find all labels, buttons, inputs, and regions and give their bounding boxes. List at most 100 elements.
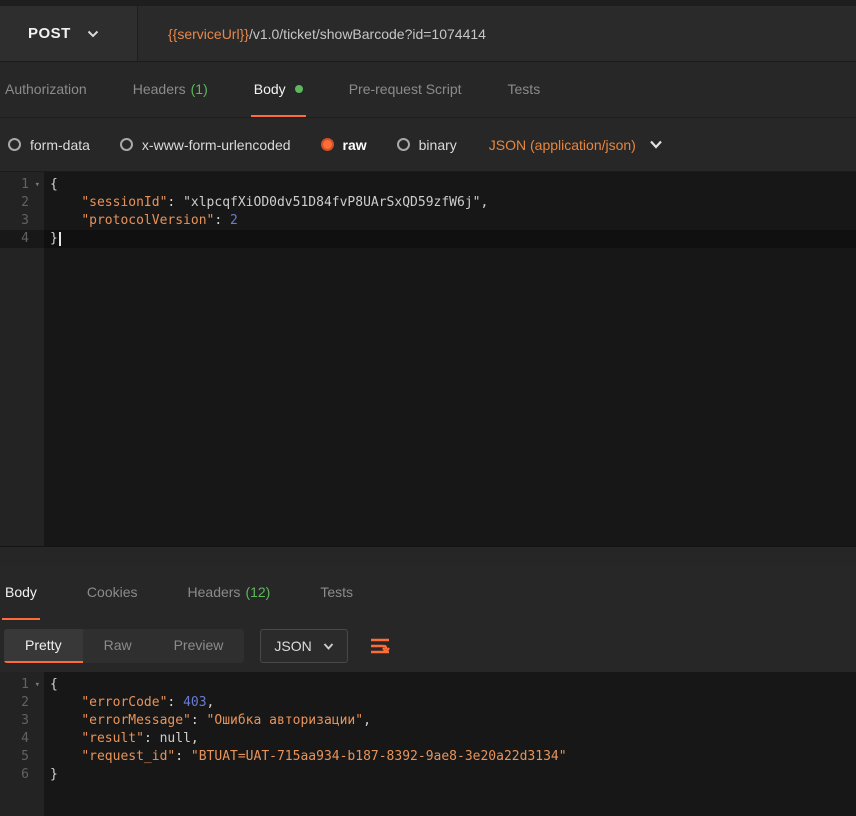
wrap-text-icon — [370, 638, 390, 654]
tab-authorization[interactable]: Authorization — [2, 62, 90, 117]
body-mode-row: form-data x-www-form-urlencoded raw bina… — [0, 118, 856, 172]
chevron-down-icon — [323, 642, 333, 650]
line-number: 3 — [21, 713, 29, 728]
format-label: JSON — [274, 638, 312, 654]
tab-label: Body — [253, 80, 286, 97]
tab-label: Headers — [187, 584, 241, 600]
code-text: } — [44, 230, 61, 248]
mode-binary[interactable]: binary — [396, 136, 457, 153]
tab-label: Authorization — [5, 80, 87, 97]
line-number: 3 — [21, 213, 29, 228]
button-label: Pretty — [25, 637, 62, 653]
line-gutter: 1 ▾ — [0, 176, 44, 194]
radio-binary[interactable] — [396, 138, 410, 151]
code-text: "sessionId": "xlpcqfXiOD0dv51D84fvP8UArS… — [81, 195, 489, 210]
tab-headers[interactable]: Headers (1) — [130, 62, 211, 117]
tab-response-tests[interactable]: Tests — [317, 566, 356, 620]
radio-urlencoded[interactable] — [119, 138, 133, 151]
url-input[interactable]: {{serviceUrl}}/v1.0/ticket/showBarcode?i… — [138, 6, 856, 61]
line-number: 2 — [21, 195, 29, 210]
editor-line[interactable]: 1 ▾ { — [0, 676, 856, 694]
mode-label: raw — [342, 136, 367, 153]
tab-tests[interactable]: Tests — [505, 62, 544, 117]
editor-line[interactable]: 3 "protocolVersion": 2 — [0, 212, 856, 230]
button-label: Raw — [103, 637, 132, 653]
content-type-label: JSON (application/json) — [488, 136, 636, 153]
section-divider — [0, 546, 856, 566]
tab-label: Headers — [132, 80, 186, 97]
tab-label: Tests — [320, 584, 354, 600]
mode-urlencoded[interactable]: x-www-form-urlencoded — [119, 137, 291, 153]
response-format-select[interactable]: JSON — [260, 629, 348, 663]
editor-line[interactable]: 5 "request_id": "BTUAT=UAT-715aa934-b187… — [0, 748, 856, 766]
tab-label: Pre-request Script — [348, 80, 462, 97]
text-cursor — [58, 231, 61, 246]
tab-response-headers[interactable]: Headers (12) — [185, 566, 274, 620]
content-type-select[interactable]: JSON (application/json) — [489, 137, 663, 153]
chevron-down-icon — [650, 140, 662, 149]
radio-raw-selected[interactable] — [320, 138, 334, 151]
chevron-down-icon — [87, 30, 99, 37]
line-gutter: 2 — [0, 694, 44, 712]
pretty-button[interactable]: Pretty — [4, 629, 83, 663]
editor-line[interactable]: 2 "sessionId": "xlpcqfXiOD0dv51D84fvP8UA… — [0, 194, 856, 212]
line-number: 4 — [21, 231, 29, 246]
postman-window: POST {{serviceUrl}}/v1.0/ticket/showBarc… — [0, 0, 856, 816]
line-number: 6 — [21, 767, 29, 782]
tab-prerequest-script[interactable]: Pre-request Script — [346, 62, 465, 117]
code-text: { — [50, 677, 58, 692]
tab-label: Tests — [507, 80, 541, 97]
line-number: 1 — [21, 177, 29, 192]
line-gutter: 4 — [0, 230, 44, 248]
line-number: 2 — [21, 695, 29, 710]
tab-body[interactable]: Body — [250, 62, 306, 117]
line-number: 5 — [21, 749, 29, 764]
line-gutter: 1 ▾ — [0, 676, 44, 694]
request-url-bar: POST {{serviceUrl}}/v1.0/ticket/showBarc… — [0, 6, 856, 62]
code-text: { — [50, 177, 58, 192]
fold-caret-icon[interactable]: ▾ — [29, 676, 40, 694]
raw-button[interactable]: Raw — [83, 629, 153, 663]
mode-label: form-data — [30, 136, 90, 153]
line-gutter: 3 — [0, 712, 44, 730]
mode-form-data[interactable]: form-data — [8, 137, 90, 153]
tab-cookies[interactable]: Cookies — [84, 566, 141, 620]
line-gutter: 2 — [0, 194, 44, 212]
wrap-text-button[interactable] — [367, 633, 393, 659]
line-gutter: 6 — [0, 766, 44, 784]
editor-line[interactable]: 1 ▾ { — [0, 176, 856, 194]
tab-response-body[interactable]: Body — [2, 566, 40, 620]
editor-line[interactable]: 2 "errorCode": 403, — [0, 694, 856, 712]
method-label: POST — [28, 25, 71, 42]
line-number: 1 — [21, 677, 29, 692]
method-select[interactable]: POST — [0, 6, 138, 61]
code-text: "errorCode": 403, — [81, 695, 215, 710]
response-body-editor[interactable]: 1 ▾{2 "errorCode": 403, 3 "errorMessage": … — [0, 672, 856, 816]
code-text: "request_id": "BTUAT=UAT-715aa934-b187-8… — [81, 749, 567, 764]
button-label: Preview — [173, 637, 224, 653]
radio-form-data[interactable] — [8, 138, 21, 151]
url-path: /v1.0/ticket/showBarcode?id=1074414 — [248, 25, 486, 42]
preview-button[interactable]: Preview — [153, 629, 245, 663]
mode-raw[interactable]: raw — [320, 136, 367, 153]
editor-line[interactable]: 6} — [0, 766, 856, 784]
code-text: "protocolVersion": 2 — [81, 213, 238, 228]
request-body-editor[interactable]: 1 ▾ {2 "sessionId": "xlpcqfXiOD0dv51D84fvP… — [0, 172, 856, 546]
view-mode-group: Pretty Raw Preview — [4, 629, 245, 663]
line-gutter: 5 — [0, 748, 44, 766]
line-gutter: 3 — [0, 212, 44, 230]
editor-line[interactable]: 4} — [0, 230, 856, 248]
code-text: "result": null, — [81, 731, 199, 746]
editor-line[interactable]: 3 "errorMessage": "Ошибка авторизации", — [0, 712, 856, 730]
editor-line[interactable]: 4 "result": null, — [0, 730, 856, 748]
tab-label: Cookies — [86, 584, 138, 600]
code-text: } — [50, 767, 58, 782]
headers-count-badge: (12) — [245, 584, 271, 600]
line-gutter: 4 — [0, 730, 44, 748]
mode-label: binary — [418, 136, 457, 153]
response-toolbar: Pretty Raw Preview JSON — [0, 620, 856, 672]
fold-caret-icon[interactable]: ▾ — [29, 176, 40, 194]
line-number: 4 — [21, 731, 29, 746]
code-text: "errorMessage": "Ошибка авторизации", — [81, 713, 371, 728]
tab-label: Body — [5, 584, 37, 600]
